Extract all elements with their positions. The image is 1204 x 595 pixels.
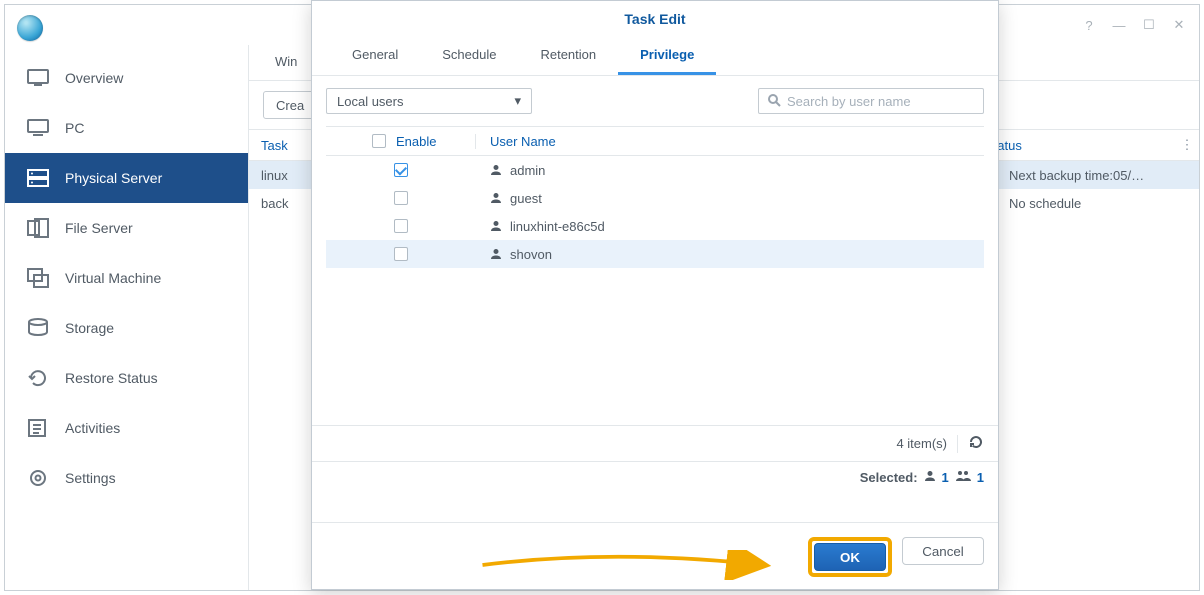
sidebar-item-overview[interactable]: Overview — [5, 53, 248, 103]
restore-icon — [27, 368, 51, 388]
bg-tab-windows[interactable]: Win — [261, 45, 311, 80]
th-username[interactable]: User Name — [476, 134, 984, 149]
gear-icon — [27, 468, 51, 488]
user-table-header: Enable User Name — [326, 126, 984, 156]
user-name: admin — [510, 163, 545, 178]
task-edit-modal: Task Edit General Schedule Retention Pri… — [311, 0, 999, 590]
selected-users-count: 1 — [942, 470, 949, 485]
search-input[interactable] — [787, 94, 975, 109]
item-count: 4 item(s) — [896, 436, 947, 451]
user-name: shovon — [510, 247, 552, 262]
user-name: guest — [510, 191, 542, 206]
sidebar-item-pc[interactable]: PC — [5, 103, 248, 153]
minimize-icon[interactable]: — — [1111, 17, 1127, 33]
app-logo — [17, 15, 43, 41]
sidebar-item-label: Overview — [65, 70, 123, 86]
user-row[interactable]: guest — [326, 184, 984, 212]
sidebar: Overview PC Physical Server File Server … — [5, 45, 249, 590]
enable-checkbox[interactable] — [394, 219, 408, 233]
user-icon — [924, 470, 936, 485]
modal-title: Task Edit — [312, 1, 998, 37]
select-value: Local users — [337, 94, 403, 109]
sidebar-item-virtual-machine[interactable]: Virtual Machine — [5, 253, 248, 303]
user-search[interactable] — [758, 88, 984, 114]
sidebar-item-activities[interactable]: Activities — [5, 403, 248, 453]
summary-bar: 4 item(s) — [312, 425, 998, 461]
group-icon — [955, 470, 971, 485]
more-columns-icon[interactable]: ⋮ — [1175, 137, 1199, 153]
refresh-icon[interactable] — [968, 434, 984, 453]
sidebar-item-storage[interactable]: Storage — [5, 303, 248, 353]
tab-schedule[interactable]: Schedule — [420, 37, 518, 75]
bg-th-task[interactable]: Task — [249, 138, 309, 153]
sidebar-item-label: Storage — [65, 320, 114, 336]
user-icon — [490, 164, 502, 176]
activities-icon — [27, 418, 51, 438]
sidebar-item-label: Virtual Machine — [65, 270, 161, 286]
maximize-icon[interactable]: ☐ — [1141, 17, 1157, 33]
user-name: linuxhint-e86c5d — [510, 219, 605, 234]
chevron-down-icon: ▾ — [514, 93, 521, 109]
sidebar-item-settings[interactable]: Settings — [5, 453, 248, 503]
ok-highlight: OK — [808, 537, 892, 577]
cancel-button[interactable]: Cancel — [902, 537, 984, 565]
user-icon — [490, 248, 502, 260]
modal-tabs: General Schedule Retention Privilege — [312, 37, 998, 76]
tab-retention[interactable]: Retention — [518, 37, 618, 75]
enable-checkbox[interactable] — [394, 191, 408, 205]
th-enable[interactable]: Enable — [396, 134, 436, 149]
server-icon — [27, 168, 51, 188]
sidebar-item-label: Settings — [65, 470, 116, 486]
storage-icon — [27, 318, 51, 338]
task-status: No schedule — [1009, 196, 1199, 211]
file-server-icon — [27, 218, 51, 238]
ok-button[interactable]: OK — [814, 543, 886, 571]
sidebar-item-label: Activities — [65, 420, 120, 436]
create-button[interactable]: Crea — [263, 91, 317, 119]
search-icon — [767, 93, 781, 110]
select-all-checkbox[interactable] — [372, 134, 386, 148]
user-scope-select[interactable]: Local users ▾ — [326, 88, 532, 114]
close-icon[interactable]: ✕ — [1171, 17, 1187, 33]
overview-icon — [27, 68, 51, 88]
tab-general[interactable]: General — [330, 37, 420, 75]
selected-groups-count: 1 — [977, 470, 984, 485]
user-icon — [490, 192, 502, 204]
enable-checkbox[interactable] — [394, 163, 408, 177]
user-row[interactable]: linuxhint-e86c5d — [326, 212, 984, 240]
sidebar-item-label: File Server — [65, 220, 133, 236]
user-icon — [490, 220, 502, 232]
pc-icon — [27, 118, 51, 138]
sidebar-item-physical-server[interactable]: Physical Server — [5, 153, 248, 203]
sidebar-item-label: PC — [65, 120, 84, 136]
selected-label: Selected: — [860, 470, 918, 485]
help-icon[interactable]: ? — [1081, 17, 1097, 33]
user-row[interactable]: admin — [326, 156, 984, 184]
tab-privilege[interactable]: Privilege — [618, 37, 716, 75]
vm-icon — [27, 268, 51, 288]
sidebar-item-label: Physical Server — [65, 170, 162, 186]
task-status: Next backup time:05/… — [1009, 168, 1199, 183]
selected-bar: Selected: 1 1 — [312, 461, 998, 493]
bg-th-status[interactable]: Status — [985, 138, 1175, 153]
enable-checkbox[interactable] — [394, 247, 408, 261]
sidebar-item-file-server[interactable]: File Server — [5, 203, 248, 253]
user-row[interactable]: shovon — [326, 240, 984, 268]
sidebar-item-label: Restore Status — [65, 370, 158, 386]
sidebar-item-restore-status[interactable]: Restore Status — [5, 353, 248, 403]
